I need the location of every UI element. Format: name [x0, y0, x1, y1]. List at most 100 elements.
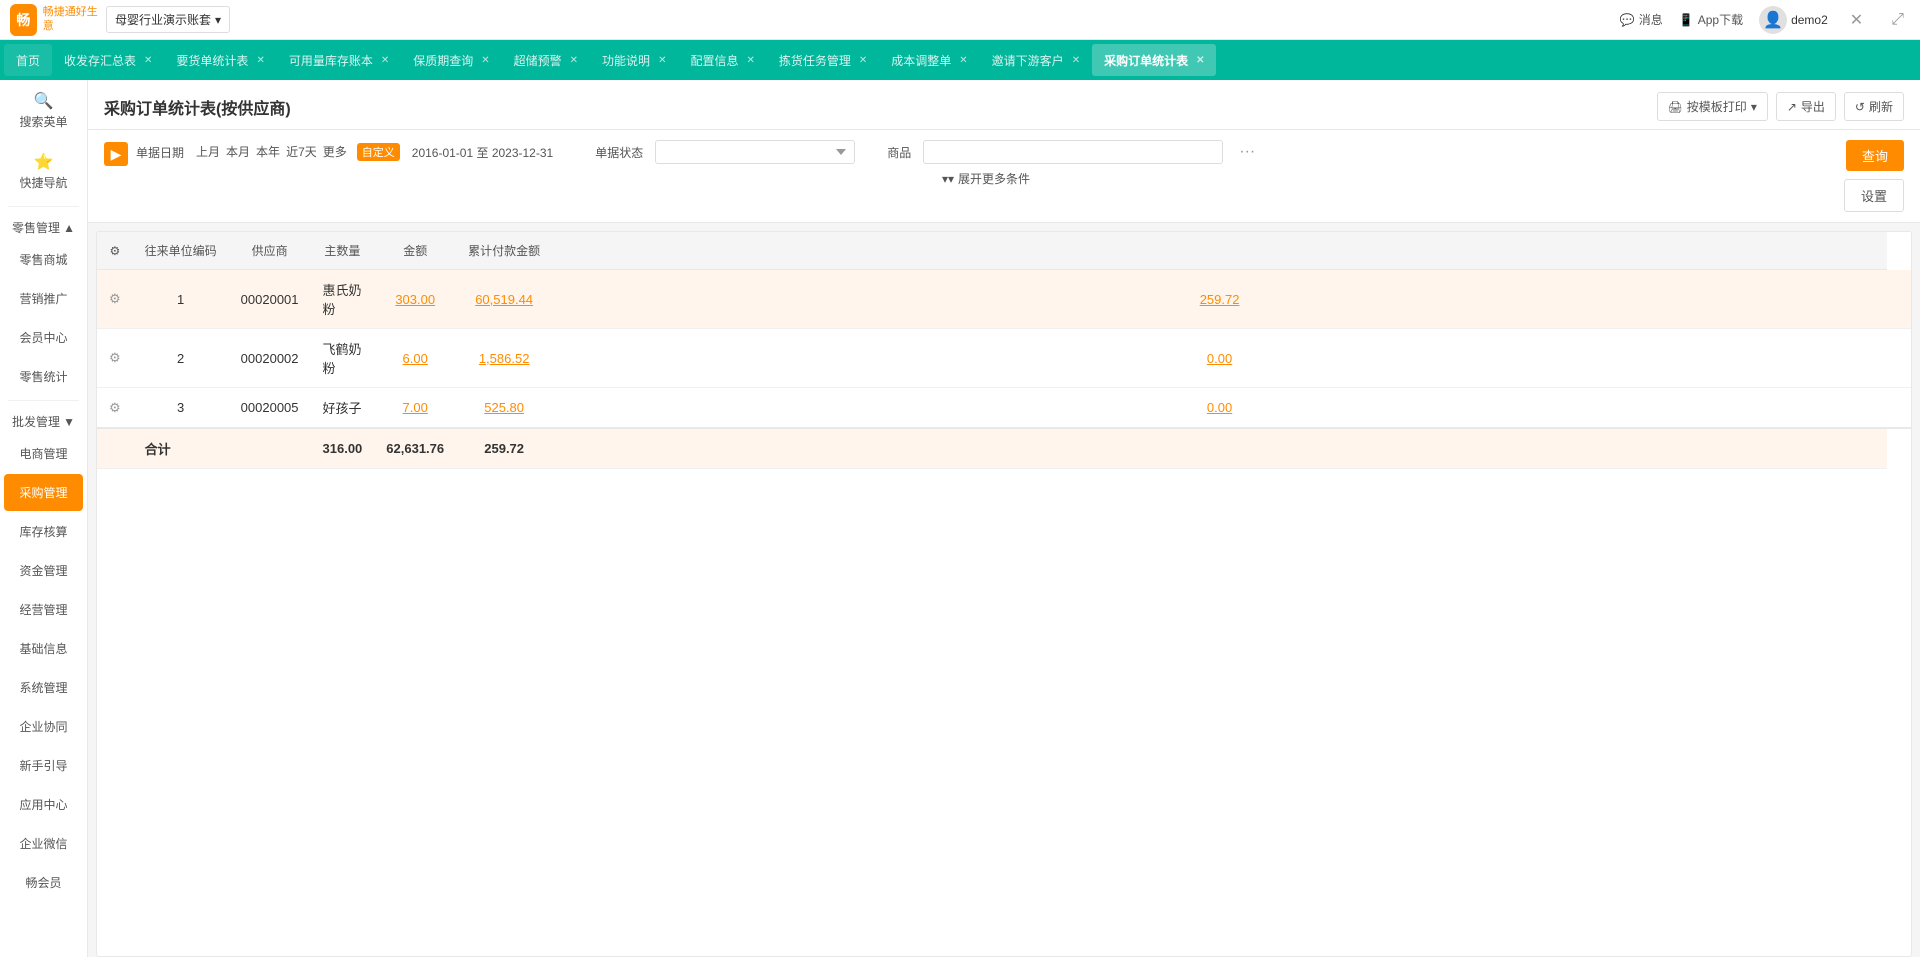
shortcut-this-year[interactable]: 本年: [256, 143, 280, 161]
tab-jianhuo-close[interactable]: ✕: [859, 55, 867, 66]
sidebar-item-enterprise[interactable]: 企业协同: [4, 708, 83, 745]
row-quantity-0[interactable]: 303.00: [374, 270, 456, 329]
workspace-selector[interactable]: 母婴行业演示账套 ▾: [106, 6, 230, 33]
tab-chaochuyujing-close[interactable]: ✕: [570, 55, 578, 66]
row-quantity-1[interactable]: 6.00: [374, 329, 456, 388]
top-bar: 畅 畅捷通好生意 母婴行业演示账套 ▾ 💬 消息 📱 App下载 👤 demo2…: [0, 0, 1920, 40]
row-paid-1[interactable]: 0.00: [552, 329, 1887, 388]
footer-supplier-empty: [229, 428, 311, 469]
tab-baozhi-close[interactable]: ✕: [481, 55, 489, 66]
filter-toggle-arrow[interactable]: ▶: [104, 142, 128, 166]
tab-peizhi[interactable]: 配置信息 ✕: [678, 44, 766, 76]
row-extra-1: [1887, 329, 1911, 388]
row-quantity-2[interactable]: 7.00: [374, 388, 456, 429]
tab-home[interactable]: 首页: [4, 44, 52, 76]
sidebar-item-finance[interactable]: 资金管理: [4, 552, 83, 589]
sidebar-item-ecommerce[interactable]: 电商管理: [4, 435, 83, 472]
tab-jianhuo[interactable]: 拣货任务管理 ✕: [767, 44, 879, 76]
status-select[interactable]: [655, 140, 855, 164]
gear-icon[interactable]: ⚙: [109, 244, 120, 258]
template-print-button[interactable]: 🖨 按模板打印 ▾: [1657, 92, 1768, 121]
tab-shoufacun-close[interactable]: ✕: [144, 55, 152, 66]
sidebar-item-wholesale[interactable]: 批发管理 ▼: [0, 405, 87, 434]
row-paid-0[interactable]: 259.72: [552, 270, 1887, 329]
user-area[interactable]: 👤 demo2: [1759, 6, 1828, 34]
settings-button[interactable]: 设置: [1844, 179, 1904, 212]
row-amount-0[interactable]: 60,519.44: [456, 270, 552, 329]
table-header-row: ⚙ 往来单位编码 供应商 主数量 金额 累计付款金额: [97, 232, 1911, 270]
expand-more-button[interactable]: ▾▾ 展开更多条件: [942, 170, 1030, 187]
sidebar-system-label: 系统管理: [19, 681, 67, 695]
sidebar-item-newbie[interactable]: 新手引导: [4, 747, 83, 784]
tab-caigou[interactable]: 采购订单统计表 ✕: [1092, 44, 1216, 76]
shortcut-last-month[interactable]: 上月: [196, 143, 220, 161]
status-filter-label: 单据状态: [595, 144, 643, 161]
row-settings-1[interactable]: ⚙: [97, 329, 133, 388]
sidebar-item-retail-stats[interactable]: 零售统计: [4, 358, 83, 395]
tab-shoufacun[interactable]: 收发存汇总表 ✕: [52, 44, 164, 76]
row-settings-2[interactable]: ⚙: [97, 388, 133, 429]
date-filter-label: 单据日期: [136, 144, 184, 161]
row-amount-1[interactable]: 1,586.52: [456, 329, 552, 388]
tab-caigou-close[interactable]: ✕: [1196, 55, 1204, 66]
date-range-display: 2016-01-01 至 2023-12-31: [412, 144, 553, 161]
sidebar-item-retail-manage[interactable]: 零售管理 ▲: [0, 211, 87, 240]
export-button[interactable]: ↗ 导出: [1776, 92, 1836, 121]
tab-caigou-label: 采购订单统计表: [1104, 52, 1188, 69]
sidebar-item-inventory[interactable]: 库存核算: [4, 513, 83, 550]
tab-gongneng-close[interactable]: ✕: [658, 55, 666, 66]
tab-kuyongliang-close[interactable]: ✕: [381, 55, 389, 66]
sidebar-search[interactable]: 🔍 搜索英单: [4, 81, 83, 140]
template-print-label: 按模板打印: [1687, 98, 1747, 115]
sidebar-item-purchase[interactable]: 采购管理: [4, 474, 83, 511]
tab-yaohuo[interactable]: 要货单统计表 ✕: [164, 44, 276, 76]
sidebar-item-operations[interactable]: 经营管理: [4, 591, 83, 628]
app-download-button[interactable]: 📱 App下载: [1679, 11, 1743, 28]
sidebar-item-wechat[interactable]: 企业微信: [4, 825, 83, 862]
tab-chengben-close[interactable]: ✕: [959, 55, 967, 66]
tab-chaochuyujing[interactable]: 超储预警 ✕: [502, 44, 590, 76]
refresh-button[interactable]: ↺ 刷新: [1844, 92, 1904, 121]
footer-amount: 62,631.76: [374, 428, 456, 469]
row-settings-0[interactable]: ⚙: [97, 270, 133, 329]
footer-empty-settings: [97, 428, 133, 469]
sidebar-marketing-label: 营销推广: [19, 292, 67, 306]
sidebar-shortcut[interactable]: ⭐ 快捷导航: [4, 142, 83, 201]
goods-input[interactable]: [923, 140, 1223, 164]
sidebar-item-marketing[interactable]: 营销推广: [4, 280, 83, 317]
tab-kuyongliang[interactable]: 可用量库存账本 ✕: [277, 44, 401, 76]
sidebar-item-member-pro[interactable]: 畅会员: [4, 864, 83, 901]
shortcut-more[interactable]: 更多: [323, 143, 347, 161]
sidebar-member-pro-label: 畅会员: [25, 876, 61, 890]
goods-more-button[interactable]: ···: [1235, 143, 1259, 161]
tab-gongneng[interactable]: 功能说明 ✕: [590, 44, 678, 76]
message-button[interactable]: 💬 消息: [1620, 11, 1663, 28]
tab-yaoqing-label: 邀请下游客户: [992, 52, 1064, 69]
row-paid-2[interactable]: 0.00: [552, 388, 1887, 429]
shortcut-this-month[interactable]: 本月: [226, 143, 250, 161]
row-supplier-2: 好孩子: [311, 388, 375, 429]
tab-yaoqing[interactable]: 邀请下游客户 ✕: [980, 44, 1092, 76]
tab-chengben[interactable]: 成本调整单 ✕: [879, 44, 979, 76]
sidebar-item-app-center[interactable]: 应用中心: [4, 786, 83, 823]
row-code-1: 00020002: [229, 329, 311, 388]
logo-area: 畅 畅捷通好生意: [10, 4, 98, 36]
sidebar-item-members[interactable]: 会员中心: [4, 319, 83, 356]
sidebar-item-retail-shop[interactable]: 零售商城: [4, 241, 83, 278]
print-icon: 🖨: [1668, 100, 1683, 114]
query-button[interactable]: 查询: [1846, 140, 1904, 171]
close-button[interactable]: ✕: [1844, 8, 1869, 32]
sidebar-item-basic-info[interactable]: 基础信息: [4, 630, 83, 667]
maximize-button[interactable]: ⤢: [1885, 9, 1910, 31]
main-layout: 🔍 搜索英单 ⭐ 快捷导航 零售管理 ▲ 零售商城 营销推广 会员中心 零售统计…: [0, 80, 1920, 957]
custom-date-tag: 自定义: [357, 143, 400, 161]
shortcut-7days[interactable]: 近7天: [286, 143, 317, 161]
tab-yaohuo-close[interactable]: ✕: [256, 55, 264, 66]
tab-chengben-label: 成本调整单: [891, 52, 951, 69]
sidebar-item-system[interactable]: 系统管理: [4, 669, 83, 706]
row-amount-2[interactable]: 525.80: [456, 388, 552, 429]
tab-peizhi-close[interactable]: ✕: [746, 55, 754, 66]
tab-baozhi[interactable]: 保质期查询 ✕: [401, 44, 501, 76]
tab-yaoqing-close[interactable]: ✕: [1072, 55, 1080, 66]
col-extra: [552, 232, 1887, 270]
